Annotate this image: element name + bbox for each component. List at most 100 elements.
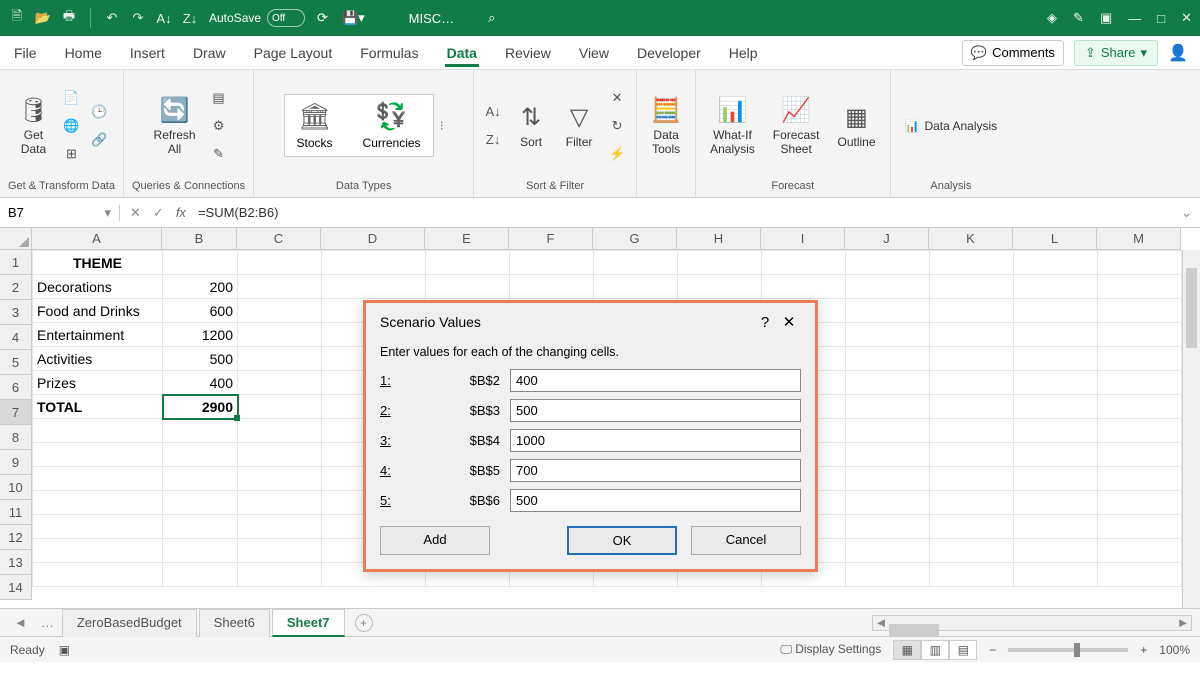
row-header-3[interactable]: 3 [0, 300, 32, 325]
cell-A2[interactable]: Decorations [33, 275, 163, 299]
cell-J5[interactable] [846, 347, 930, 371]
cell-A9[interactable] [33, 443, 163, 467]
cell-J1[interactable] [846, 251, 930, 275]
formula-input[interactable]: =SUM(B2:B6) [198, 205, 279, 220]
cell-A1[interactable]: THEME [33, 251, 163, 275]
dlg-value-input-1[interactable] [510, 369, 801, 392]
user-icon[interactable]: 👤 [1168, 43, 1188, 63]
edit-links-icon[interactable]: ✎ [208, 143, 230, 165]
redo-icon[interactable]: ↷ [129, 9, 147, 27]
cell-B7[interactable]: 2900 [163, 395, 238, 419]
queries-icon[interactable]: ▤ [208, 87, 230, 109]
cell-D1[interactable] [322, 251, 426, 275]
window-icon[interactable]: ▣ [1100, 10, 1112, 26]
zoom-out-button[interactable]: − [989, 643, 996, 657]
dialog-close-button[interactable]: ✕ [777, 313, 801, 331]
cell-A4[interactable]: Entertainment [33, 323, 163, 347]
cell-K14[interactable] [930, 563, 1014, 587]
cell-B8[interactable] [163, 419, 238, 443]
row-header-10[interactable]: 10 [0, 475, 32, 500]
cell-K1[interactable] [930, 251, 1014, 275]
properties-icon[interactable]: ⚙ [208, 115, 230, 137]
filter-button[interactable]: ▽Filter [558, 99, 600, 152]
row-header-7[interactable]: 7 [0, 400, 32, 425]
cell-G2[interactable] [594, 275, 678, 299]
col-header-D[interactable]: D [321, 228, 425, 250]
cell-C1[interactable] [238, 251, 322, 275]
cell-L8[interactable] [1014, 419, 1098, 443]
cell-B5[interactable]: 500 [163, 347, 238, 371]
forecast-sheet-button[interactable]: 📈Forecast Sheet [767, 92, 826, 159]
tab-insert[interactable]: Insert [128, 39, 167, 67]
cell-J14[interactable] [846, 563, 930, 587]
cell-A12[interactable] [33, 515, 163, 539]
row-header-9[interactable]: 9 [0, 450, 32, 475]
cell-C4[interactable] [238, 323, 322, 347]
cell-C13[interactable] [238, 539, 322, 563]
cell-L11[interactable] [1014, 491, 1098, 515]
cell-M11[interactable] [1098, 491, 1182, 515]
cell-C9[interactable] [238, 443, 322, 467]
sheet-tab-ZeroBasedBudget[interactable]: ZeroBasedBudget [62, 609, 197, 637]
tab-draw[interactable]: Draw [191, 39, 228, 67]
sort-za-icon[interactable]: Z↓ [482, 129, 504, 151]
col-header-I[interactable]: I [761, 228, 845, 250]
row-header-14[interactable]: 14 [0, 575, 32, 600]
expand-formula-icon[interactable]: ⌄ [1181, 205, 1200, 221]
new-file-icon[interactable]: 🗎 [8, 9, 26, 27]
cell-H2[interactable] [678, 275, 762, 299]
cell-C3[interactable] [238, 299, 322, 323]
horizontal-scrollbar[interactable]: ◄► [872, 615, 1192, 631]
sheet-tab-Sheet7[interactable]: Sheet7 [272, 609, 345, 637]
tab-review[interactable]: Review [503, 39, 553, 67]
recent-sources-icon[interactable]: 🕒 [88, 101, 110, 123]
cell-B12[interactable] [163, 515, 238, 539]
tab-help[interactable]: Help [727, 39, 760, 67]
comments-button[interactable]: 💬 Comments [962, 40, 1064, 66]
row-header-12[interactable]: 12 [0, 525, 32, 550]
cell-J7[interactable] [846, 395, 930, 419]
cell-L13[interactable] [1014, 539, 1098, 563]
clear-filter-icon[interactable]: ✕ [606, 87, 628, 109]
data-analysis-button[interactable]: 📊Data Analysis [899, 116, 1004, 136]
refresh-all-button[interactable]: 🔄Refresh All [148, 92, 202, 159]
cell-A11[interactable] [33, 491, 163, 515]
cell-B2[interactable]: 200 [163, 275, 238, 299]
cell-J2[interactable] [846, 275, 930, 299]
cell-M12[interactable] [1098, 515, 1182, 539]
cell-C8[interactable] [238, 419, 322, 443]
cell-K13[interactable] [930, 539, 1014, 563]
row-header-2[interactable]: 2 [0, 275, 32, 300]
cell-L3[interactable] [1014, 299, 1098, 323]
cell-M6[interactable] [1098, 371, 1182, 395]
col-header-B[interactable]: B [162, 228, 237, 250]
cell-K5[interactable] [930, 347, 1014, 371]
add-sheet-button[interactable]: + [355, 614, 373, 632]
from-table-icon[interactable]: ⊞ [60, 143, 82, 165]
cell-H1[interactable] [678, 251, 762, 275]
cell-C2[interactable] [238, 275, 322, 299]
existing-conn-icon[interactable]: 🔗 [88, 129, 110, 151]
row-header-1[interactable]: 1 [0, 250, 32, 275]
col-header-A[interactable]: A [32, 228, 162, 250]
cell-A5[interactable]: Activities [33, 347, 163, 371]
cell-I1[interactable] [762, 251, 846, 275]
tab-developer[interactable]: Developer [635, 39, 703, 67]
outline-button[interactable]: ▦Outline [831, 99, 881, 152]
sheet-nav-prev[interactable]: ◄ [8, 615, 33, 630]
cell-G1[interactable] [594, 251, 678, 275]
cell-C6[interactable] [238, 371, 322, 395]
cell-J9[interactable] [846, 443, 930, 467]
col-header-J[interactable]: J [845, 228, 929, 250]
cell-M13[interactable] [1098, 539, 1182, 563]
normal-view-button[interactable]: ▦ [893, 640, 921, 660]
cell-C14[interactable] [238, 563, 322, 587]
cell-B10[interactable] [163, 467, 238, 491]
cell-C7[interactable] [238, 395, 322, 419]
cell-J6[interactable] [846, 371, 930, 395]
cell-C5[interactable] [238, 347, 322, 371]
cell-L5[interactable] [1014, 347, 1098, 371]
close-button[interactable]: ✕ [1181, 10, 1192, 26]
cell-J3[interactable] [846, 299, 930, 323]
col-header-E[interactable]: E [425, 228, 509, 250]
